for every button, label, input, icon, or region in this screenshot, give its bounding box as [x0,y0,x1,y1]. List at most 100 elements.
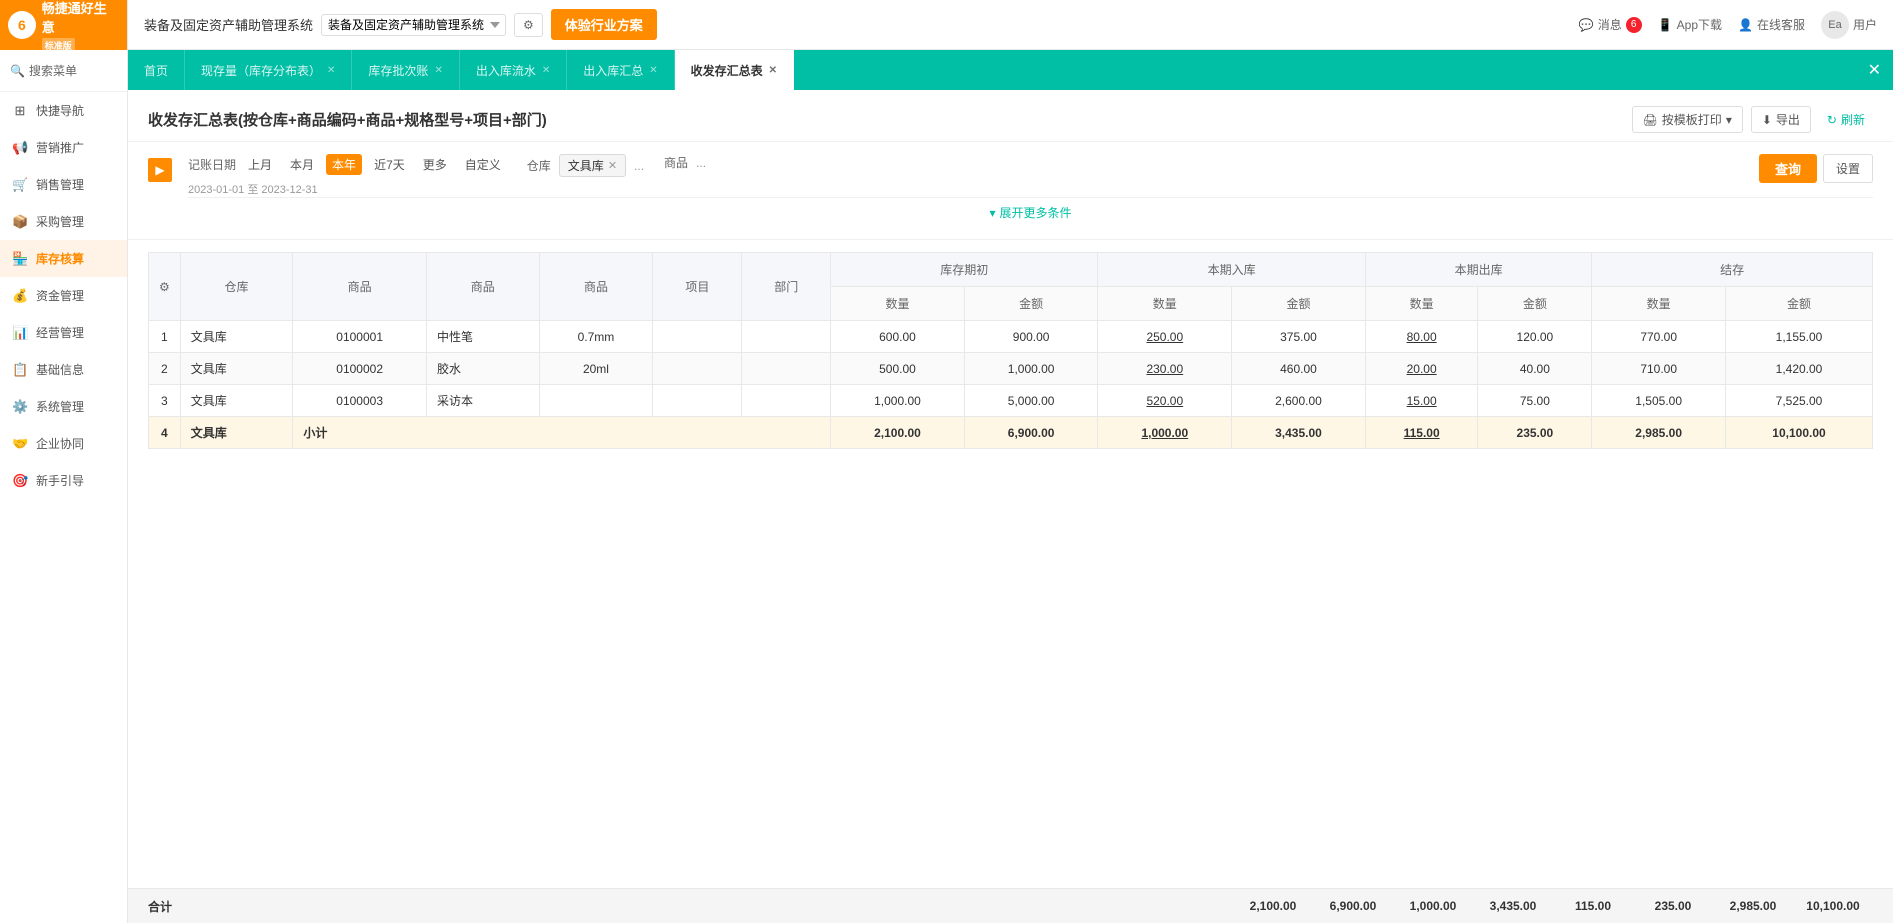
close-all-tabs[interactable]: ✕ [1856,60,1893,80]
date-btn-more[interactable]: 更多 [417,154,453,175]
close-tab-inout-summary[interactable]: ✕ [649,65,657,76]
tab-batch-label: 库存批次账 [368,62,428,79]
sidebar-item-sales[interactable]: 🛒 销售管理 [0,166,127,203]
search-menu-button[interactable]: 🔍 搜索菜单 [8,58,119,83]
app-download-label: App下载 [1677,16,1722,33]
warehouse-tag-close[interactable]: ✕ [608,159,617,172]
settings-button[interactable]: ⚙ [514,13,543,37]
subtotal-in-qty[interactable]: 1,000.00 [1098,417,1232,449]
sidebar-item-marketing[interactable]: 📢 营销推广 [0,129,127,166]
tab-receive-send-summary[interactable]: 收发存汇总表 ✕ [675,50,794,90]
total-in-qty: 1,000.00 [1393,895,1473,917]
sidebar-item-guide[interactable]: 🎯 新手引导 [0,462,127,499]
row-project [653,321,742,353]
row-no: 3 [149,385,181,417]
warehouse-tag-value: 文具库 [568,157,604,174]
subtotal-bal-amount: 10,100.00 [1726,417,1873,449]
content-area: 收发存汇总表(按仓库+商品编码+商品+规格型号+项目+部门) 🖨 按模板打印 ▾… [128,90,1893,888]
goods-filter-section: 商品 ... [664,154,706,171]
th-in-qty: 数量 [1098,287,1232,321]
goods-more[interactable]: ... [696,156,706,170]
sidebar-item-inventory[interactable]: 🏪 库存核算 [0,240,127,277]
row-goods-code: 0100002 [293,353,427,385]
warehouse-more[interactable]: ... [634,159,644,173]
total-bal-qty: 2,985.00 [1713,895,1793,917]
row-warehouse: 文具库 [180,385,293,417]
th-in: 本期入库 [1098,253,1365,287]
sidebar-item-label: 新手引导 [36,472,84,489]
close-tab-batch[interactable]: ✕ [434,65,442,76]
tab-home[interactable]: 首页 [128,50,185,90]
sidebar-item-management[interactable]: 📊 经营管理 [0,314,127,351]
close-tab-stock-dist[interactable]: ✕ [327,65,335,76]
total-bal-amount: 10,100.00 [1793,895,1873,917]
topbar-right: 💬 消息 6 📱 App下载 👤 在线客服 Ea 用户 [1579,11,1877,39]
inventory-icon: 🏪 [12,251,28,267]
query-buttons: 查询 设置 [1759,154,1873,183]
sidebar-item-finance[interactable]: 💰 资金管理 [0,277,127,314]
tab-inout-flow[interactable]: 出入库流水 ✕ [460,50,567,90]
export-button[interactable]: ⬇ 导出 [1751,106,1811,133]
filter-arrow-btn[interactable]: ▶ [148,158,172,182]
message-item[interactable]: 💬 消息 6 [1579,16,1642,33]
row-out-qty[interactable]: 20.00 [1365,353,1478,385]
close-tab-inout-flow[interactable]: ✕ [542,65,550,76]
filter-settings-button[interactable]: 设置 [1823,154,1873,183]
sidebar-item-label: 系统管理 [36,398,84,415]
th-open-amount: 金额 [964,287,1098,321]
expand-more-btn[interactable]: ▾ 展开更多条件 [188,197,1873,227]
user-item[interactable]: Ea 用户 [1821,11,1877,39]
row-out-qty[interactable]: 80.00 [1365,321,1478,353]
row-bal-amount: 1,155.00 [1726,321,1873,353]
row-warehouse: 文具库 [180,321,293,353]
sidebar-item-quick-nav[interactable]: ⊞ 快捷导航 [0,92,127,129]
refresh-button[interactable]: ↻ 刷新 [1819,107,1873,132]
th-out: 本期出库 [1365,253,1592,287]
th-settings[interactable]: ⚙ [149,253,181,321]
sidebar-item-label: 采购管理 [36,213,84,230]
trial-button[interactable]: 体验行业方案 [551,9,657,40]
row-out-amount: 120.00 [1478,321,1592,353]
tab-receive-send-label: 收发存汇总表 [691,62,763,79]
tab-inout-summary[interactable]: 出入库汇总 ✕ [567,50,674,90]
tab-batch-account[interactable]: 库存批次账 ✕ [352,50,459,90]
row-out-qty[interactable]: 15.00 [1365,385,1478,417]
content-inner: 收发存汇总表(按仓库+商品编码+商品+规格型号+项目+部门) 🖨 按模板打印 ▾… [128,90,1893,888]
online-service-item[interactable]: 👤 在线客服 [1738,16,1805,33]
system-select[interactable]: 装备及固定资产辅助管理系统 [321,14,506,36]
app-download-item[interactable]: 📱 App下载 [1658,16,1722,33]
row-goods-spec: 0.7mm [539,321,653,353]
warehouse-label: 仓库 [527,157,551,174]
row-in-qty[interactable]: 520.00 [1098,385,1232,417]
sidebar-item-enterprise[interactable]: 🤝 企业协同 [0,425,127,462]
th-opening: 库存期初 [831,253,1098,287]
date-filter-label: 记账日期 [188,156,236,173]
finance-icon: 💰 [12,288,28,304]
subtotal-row: 4 文具库 小计 2,100.00 6,900.00 1,000.00 3,43… [149,417,1873,449]
date-btn-custom[interactable]: 自定义 [459,154,507,175]
date-btn-this-year[interactable]: 本年 [326,154,362,175]
query-button[interactable]: 查询 [1759,154,1817,183]
tab-stock-distribution[interactable]: 现存量（库存分布表） ✕ [185,50,352,90]
sidebar-item-label: 企业协同 [36,435,84,452]
row-goods-code: 0100001 [293,321,427,353]
bottom-total-bar: 合计 2,100.00 6,900.00 1,000.00 3,435.00 1… [128,888,1893,923]
row-in-qty[interactable]: 230.00 [1098,353,1232,385]
date-btn-last-month[interactable]: 上月 [242,154,278,175]
avatar: Ea [1821,11,1849,39]
message-label: 消息 [1598,16,1622,33]
sidebar-item-basic[interactable]: 📋 基础信息 [0,351,127,388]
sidebar-item-system[interactable]: ⚙️ 系统管理 [0,388,127,425]
subtotal-open-amount: 6,900.00 [964,417,1098,449]
row-out-amount: 75.00 [1478,385,1592,417]
row-in-amount: 460.00 [1232,353,1366,385]
date-btn-this-month[interactable]: 本月 [284,154,320,175]
page-header: 收发存汇总表(按仓库+商品编码+商品+规格型号+项目+部门) 🖨 按模板打印 ▾… [128,90,1893,142]
date-btn-7days[interactable]: 近7天 [368,154,411,175]
logo-title: 畅捷通好生意 [42,0,119,36]
subtotal-out-qty[interactable]: 115.00 [1365,417,1478,449]
sidebar-item-purchase[interactable]: 📦 采购管理 [0,203,127,240]
row-in-qty[interactable]: 250.00 [1098,321,1232,353]
close-tab-receive-send[interactable]: ✕ [769,65,777,76]
print-button[interactable]: 🖨 按模板打印 ▾ [1632,106,1743,133]
